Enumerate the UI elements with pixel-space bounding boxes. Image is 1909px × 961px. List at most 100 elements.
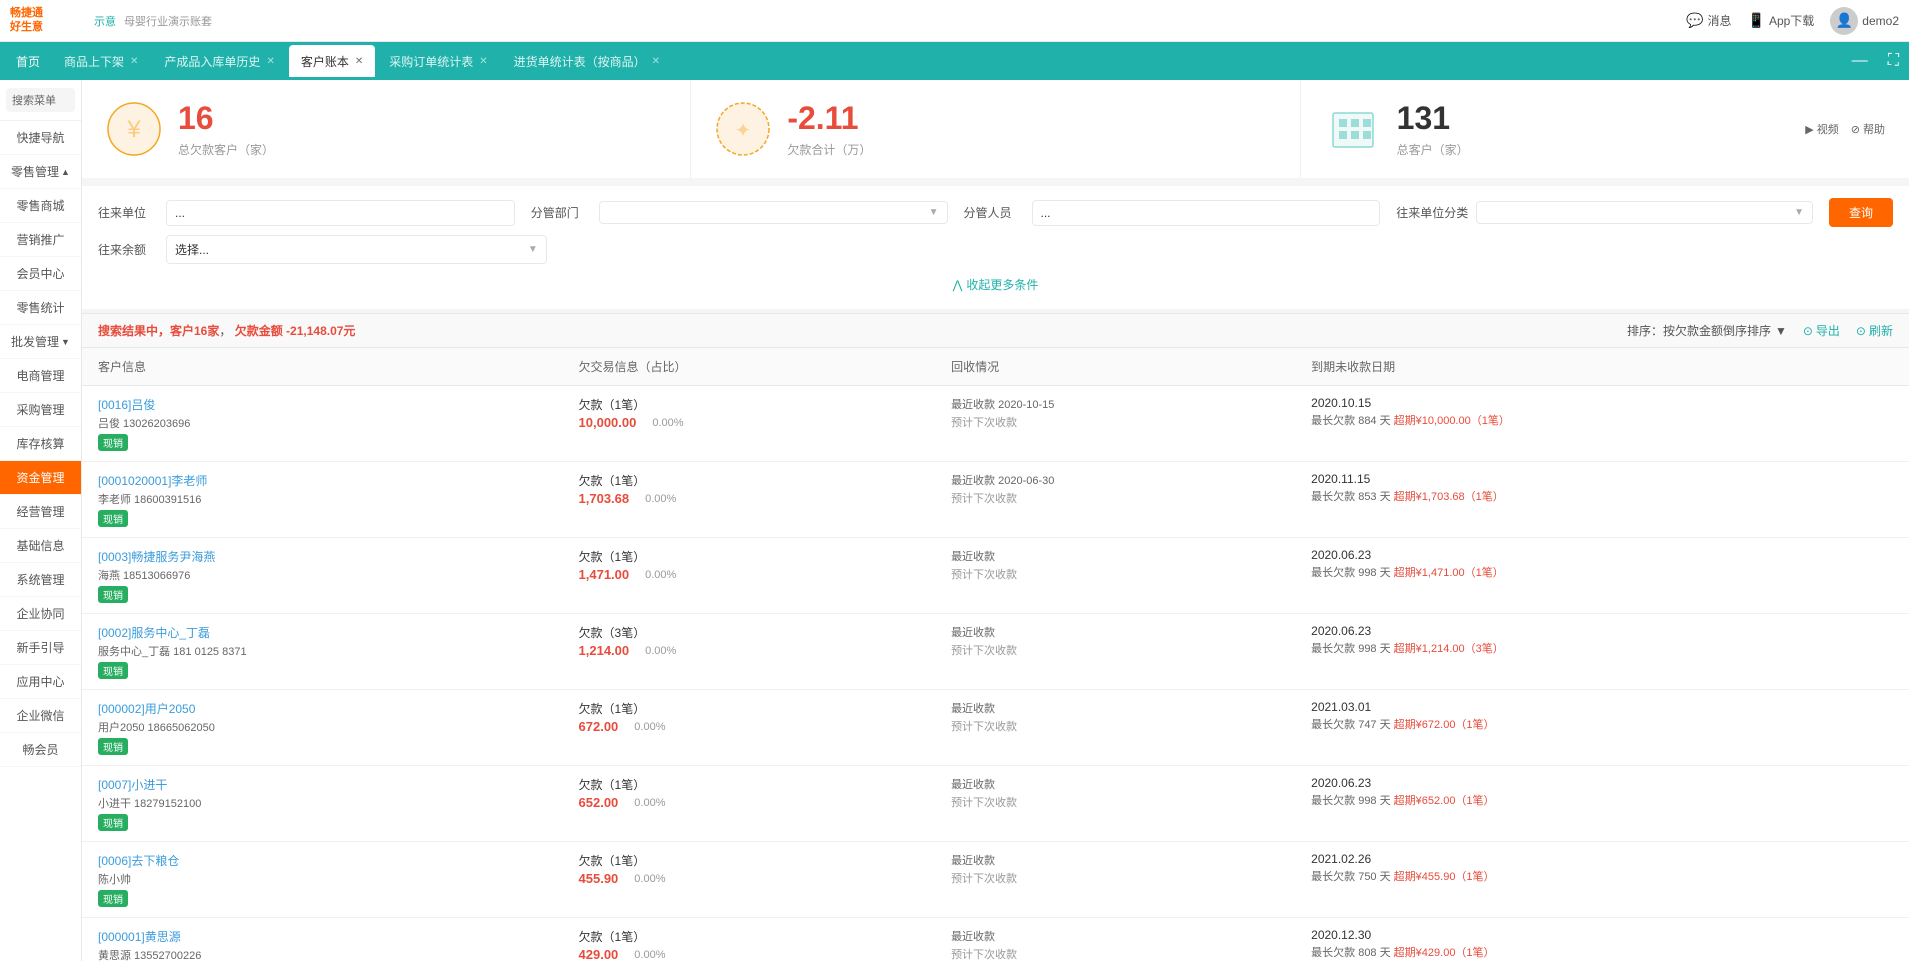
tab-import-stats[interactable]: 进货单统计表（按商品） ✕ [502,45,672,77]
sidebar-item-vip-member[interactable]: 畅会员 [0,733,81,767]
sidebar-item-retail-mgmt[interactable]: 零售管理 ▲ [0,155,81,189]
overdue-link-0[interactable]: 超期¥10,000.00（1笔） [1394,415,1510,427]
overdue-link-2[interactable]: 超期¥1,471.00（1笔） [1394,567,1504,579]
overdue-link-7[interactable]: 超期¥429.00（1笔） [1394,947,1495,959]
tab-home[interactable]: 首页 [4,53,52,70]
collapse-filter-btn[interactable]: ⋀ 收起更多条件 [98,272,1893,297]
overdue-link-3[interactable]: 超期¥1,214.00（3笔） [1394,643,1504,655]
customer-name-link-2[interactable]: [0003]畅捷服务尹海燕 [98,548,547,565]
sidebar-search-btn[interactable]: 搜索菜单 [6,88,75,112]
tab-customer-account-close[interactable]: ✕ [355,56,363,67]
tab-minimize-btn[interactable]: — [1846,50,1874,72]
overdue-link-6[interactable]: 超期¥455.90（1笔） [1394,871,1495,883]
sidebar-item-new-guide[interactable]: 新手引导 [0,631,81,665]
overdue-days-7: 最长欠款 808 天 超期¥429.00（1笔） [1311,944,1893,960]
app-download-btn[interactable]: 📱 App下载 [1748,12,1815,29]
cell-debt-6: 欠款（1笔） 455.90 0.00% [563,842,936,918]
cell-overdue-4: 2021.03.01 最长欠款 747 天 超期¥672.00（1笔） [1295,690,1909,766]
tab-product-shelf-close[interactable]: ✕ [130,56,138,67]
sidebar-item-retail-mgmt-label: 零售管理 [11,163,59,180]
help-btn[interactable]: ⊘ 帮助 [1851,121,1885,137]
debt-amount-1[interactable]: 1,703.68 [579,491,630,506]
tab-customer-account[interactable]: 客户账本 ✕ [289,45,375,77]
chevron-down-icon: ▲ [61,167,70,177]
refresh-icon: ⊙ [1856,324,1866,338]
app-subtitle[interactable]: 示意 [94,13,116,29]
cell-customer-4: [000002]用户2050 用户2050 18665062050 现销 [82,690,563,766]
customer-name-link-0[interactable]: [0016]吕俊 [98,396,547,413]
sidebar-item-app-center[interactable]: 应用中心 [0,665,81,699]
debt-amount-6[interactable]: 455.90 [579,871,619,886]
sidebar-item-basic-info[interactable]: 基础信息 [0,529,81,563]
customer-table: 客户信息 欠交易信息（占比） 回收情况 到期未收款日期 [0016]吕俊 吕俊 … [82,348,1909,961]
filter-input-from-unit[interactable]: ... [166,200,515,226]
search-button[interactable]: 查询 [1829,198,1893,227]
customer-name-link-5[interactable]: [0007]小进干 [98,776,547,793]
overdue-link-4[interactable]: 超期¥672.00（1笔） [1394,719,1495,731]
debt-amount-7[interactable]: 429.00 [579,947,619,961]
filter-input-manager[interactable]: ... [1032,200,1381,226]
tab-purchase-order[interactable]: 采购订单统计表 ✕ [377,45,499,77]
export-btn[interactable]: ⊙ 导出 [1803,322,1840,339]
filter-select-dept[interactable]: ▼ [599,201,948,224]
return-latest-4: 最近收款 [951,700,1279,716]
tab-bar-end: — ⛶ [1846,50,1905,72]
col-header-overdue: 到期未收款日期 [1295,348,1909,386]
customer-name-link-4[interactable]: [000002]用户2050 [98,700,547,717]
sidebar-item-retail-store[interactable]: 零售商城 [0,189,81,223]
stat-label-total-customers: 总客户（家） [1397,141,1469,158]
sidebar-item-operations[interactable]: 经营管理 [0,495,81,529]
cell-overdue-7: 2020.12.30 最长欠款 808 天 超期¥429.00（1笔） [1295,918,1909,961]
user-area[interactable]: 👤 demo2 [1830,7,1899,35]
debt-count-1: 欠款（1笔） [579,472,920,489]
debt-amount-3[interactable]: 1,214.00 [579,643,630,658]
chevron-down-category-icon: ▼ [1794,207,1804,218]
sidebar-item-retail-stats[interactable]: 零售统计 [0,291,81,325]
sidebar-item-inventory[interactable]: 库存核算 [0,427,81,461]
refresh-label: 刷新 [1869,322,1893,339]
filter-select-unit-category[interactable]: ▼ [1476,201,1813,224]
debt-count-5: 欠款（1笔） [579,776,920,793]
refresh-btn[interactable]: ⊙ 刷新 [1856,322,1893,339]
sidebar-item-batch-mgmt[interactable]: 批发管理 ▼ [0,325,81,359]
stat-card-total-customers: 131 总客户（家） ▶ 视频 ⊘ 帮助 [1301,80,1909,178]
overdue-date-7: 2020.12.30 [1311,928,1893,942]
filter-select-balance[interactable]: 选择... ▼ [166,235,547,264]
debt-amount-5[interactable]: 652.00 [579,795,619,810]
tab-purchase-order-close[interactable]: ✕ [479,56,487,67]
debt-amount-0[interactable]: 10,000.00 [579,415,637,430]
sidebar-item-system-mgmt[interactable]: 系统管理 [0,563,81,597]
debt-amount-4[interactable]: 672.00 [579,719,619,734]
customer-name-link-1[interactable]: [0001020001]李老师 [98,472,547,489]
tab-maximize-btn[interactable]: ⛶ [1882,50,1905,72]
stat-label-debt-customers: 总欠款客户（家） [178,141,274,158]
sidebar-item-quick-nav[interactable]: 快捷导航 [0,121,81,155]
sidebar-item-ecommerce[interactable]: 电商管理 [0,359,81,393]
cell-overdue-3: 2020.06.23 最长欠款 998 天 超期¥1,214.00（3笔） [1295,614,1909,690]
sidebar-item-marketing[interactable]: 营销推广 [0,223,81,257]
sidebar-item-purchase-mgmt[interactable]: 采购管理 [0,393,81,427]
debt-amount-2[interactable]: 1,471.00 [579,567,630,582]
sidebar-item-enterprise-wechat[interactable]: 企业微信 [0,699,81,733]
customer-name-link-7[interactable]: [000001]黄思源 [98,928,547,945]
message-btn[interactable]: 💬 消息 [1686,12,1731,29]
tab-customer-account-label: 客户账本 [301,53,349,70]
tab-bar: 首页 商品上下架 ✕ 产成品入库单历史 ✕ 客户账本 ✕ 采购订单统计表 ✕ 进… [0,42,1909,80]
view-video-btn[interactable]: ▶ 视频 [1805,121,1838,137]
overdue-link-1[interactable]: 超期¥1,703.68（1笔） [1394,491,1504,503]
customer-name-link-6[interactable]: [0006]去下粮仓 [98,852,547,869]
tab-product-history-close[interactable]: ✕ [266,56,274,67]
overdue-link-5[interactable]: 超期¥652.00（1笔） [1394,795,1495,807]
sidebar-item-member-center[interactable]: 会员中心 [0,257,81,291]
tab-product-history[interactable]: 产成品入库单历史 ✕ [152,45,286,77]
customer-tag-2: 现销 [98,586,128,603]
sidebar-item-finance[interactable]: 资金管理 [0,461,81,495]
customer-phone-0: 吕俊 13026203696 [98,415,547,431]
main-content: ¥ 16 总欠款客户（家） ✦ -2.11 欠款合计（ [82,80,1909,961]
customer-name-link-3[interactable]: [0002]服务中心_丁磊 [98,624,547,641]
sort-selector[interactable]: 排序：按欠款金额倒序排序 ▼ [1627,322,1787,339]
tab-import-stats-close[interactable]: ✕ [652,56,660,67]
sidebar-item-enterprise-coop[interactable]: 企业协同 [0,597,81,631]
sidebar: 搜索菜单 快捷导航 零售管理 ▲ 零售商城 营销推广 会员中心 零售统计 批发管… [0,80,82,961]
tab-product-shelf[interactable]: 商品上下架 ✕ [52,45,150,77]
